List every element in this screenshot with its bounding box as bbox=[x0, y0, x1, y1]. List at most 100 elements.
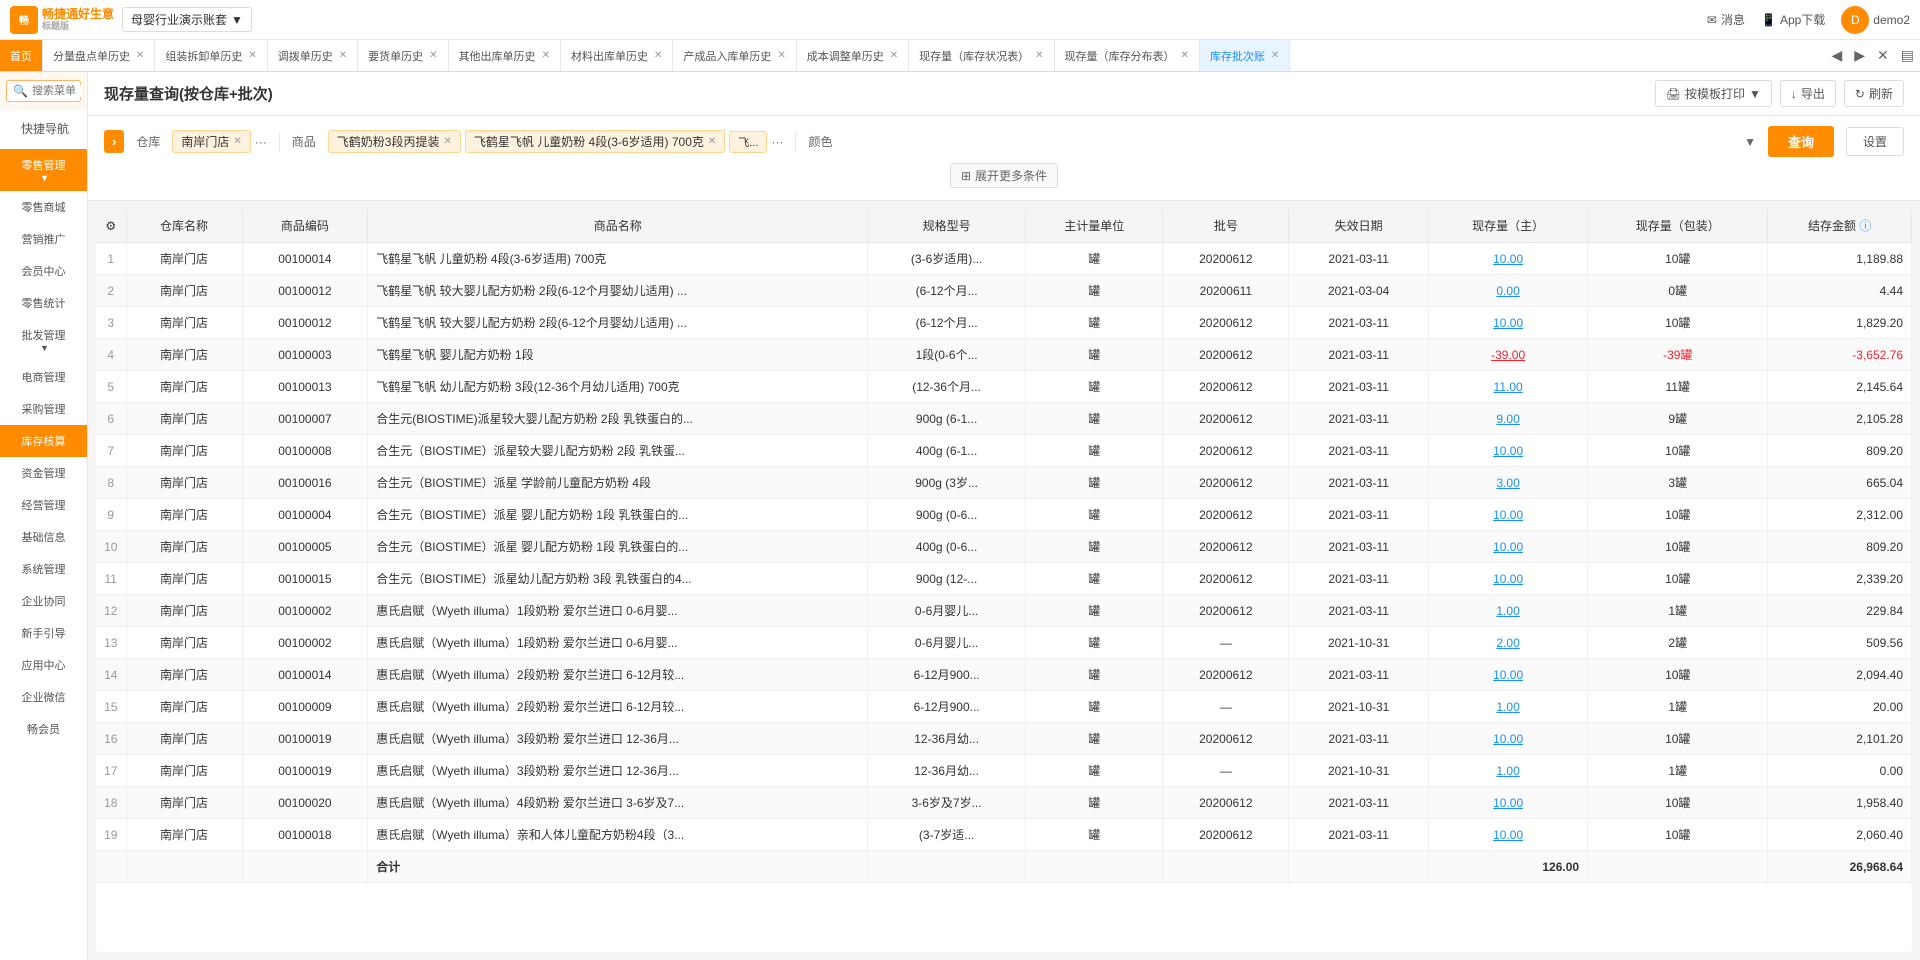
user-area[interactable]: D demo2 bbox=[1841, 6, 1910, 34]
expand-more-button[interactable]: ⊞ 展开更多条件 bbox=[950, 163, 1058, 188]
tab-close-arrow[interactable]: ✕ bbox=[1871, 47, 1895, 64]
sidebar-item-enterprise[interactable]: 企业协同 bbox=[0, 585, 87, 617]
tab-prev-arrow[interactable]: ◀ bbox=[1825, 47, 1848, 64]
col-settings[interactable]: ⚙ bbox=[96, 209, 126, 243]
tab-3[interactable]: 调拨单历史 ✕ bbox=[268, 40, 358, 72]
sidebar-item-purchase[interactable]: 采购管理 bbox=[0, 393, 87, 425]
close-icon[interactable]: ✕ bbox=[890, 50, 898, 61]
cell-qty-main[interactable]: 1.00 bbox=[1429, 755, 1588, 787]
settings-icon[interactable]: ⚙ bbox=[105, 219, 116, 233]
sidebar-item-member[interactable]: 会员中心 bbox=[0, 255, 87, 287]
sidebar-item-retail-mall[interactable]: 零售商城 bbox=[0, 191, 87, 223]
cell-qty-main[interactable]: 10.00 bbox=[1429, 307, 1588, 339]
tab-4[interactable]: 要货单历史 ✕ bbox=[358, 40, 448, 72]
template-print-button[interactable]: 🖨 按模板打印 ▼ bbox=[1655, 80, 1772, 107]
close-icon[interactable]: ✕ bbox=[429, 50, 437, 61]
close-icon[interactable]: ✕ bbox=[542, 50, 550, 61]
filter-more-btn[interactable]: ··· bbox=[255, 135, 267, 149]
sidebar-item-basic-info[interactable]: 基础信息 bbox=[0, 521, 87, 553]
cell-code: 00100014 bbox=[242, 243, 368, 275]
close-icon[interactable]: ✕ bbox=[248, 50, 256, 61]
filter-expand-btn[interactable]: › bbox=[104, 130, 124, 153]
sidebar-item-retail-stats[interactable]: 零售统计 bbox=[0, 287, 87, 319]
tab-8[interactable]: 成本调整单历史 ✕ bbox=[797, 40, 909, 72]
cell-qty-main[interactable]: 1.00 bbox=[1429, 691, 1588, 723]
cell-qty-main[interactable]: 10.00 bbox=[1429, 435, 1588, 467]
cell-spec: (3-6岁适用)... bbox=[868, 243, 1026, 275]
close-icon[interactable]: ✕ bbox=[777, 50, 785, 61]
query-button[interactable]: 查询 bbox=[1768, 126, 1834, 157]
sidebar-item-operations[interactable]: 经营管理 bbox=[0, 489, 87, 521]
close-icon[interactable]: ✕ bbox=[1181, 50, 1189, 61]
cell-qty-main[interactable]: 10.00 bbox=[1429, 819, 1588, 851]
message-btn[interactable]: ✉ 消息 bbox=[1707, 11, 1745, 28]
tab-menu-arrow[interactable]: ▤ bbox=[1895, 47, 1920, 64]
sidebar-item-ecommerce[interactable]: 电商管理 bbox=[0, 361, 87, 393]
tab-next-arrow[interactable]: ▶ bbox=[1848, 47, 1871, 64]
cell-qty-main[interactable]: 0.00 bbox=[1429, 275, 1588, 307]
content-area: 现存量查询(按仓库+批次) 🖨 按模板打印 ▼ ↓ 导出 ↻ 刷新 bbox=[88, 72, 1920, 960]
sidebar-item-app-center[interactable]: 应用中心 bbox=[0, 649, 87, 681]
sidebar-item-guide[interactable]: 新手引导 bbox=[0, 617, 87, 649]
close-icon[interactable]: ✕ bbox=[1271, 50, 1279, 61]
warehouse-tag-close[interactable]: ✕ bbox=[233, 136, 241, 147]
close-icon[interactable]: ✕ bbox=[1035, 50, 1043, 61]
product-tag-2-close[interactable]: ✕ bbox=[708, 136, 716, 147]
product-more-btn[interactable]: ··· bbox=[771, 135, 783, 149]
cell-qty-main[interactable]: 10.00 bbox=[1429, 787, 1588, 819]
sidebar-item-retail-mgmt[interactable]: 零售管理▼ bbox=[0, 149, 87, 191]
tab-10[interactable]: 现存量（库存分布表） ✕ bbox=[1055, 40, 1200, 72]
cell-qty-main[interactable]: 10.00 bbox=[1429, 243, 1588, 275]
cell-qty-main[interactable]: 3.00 bbox=[1429, 467, 1588, 499]
cell-warehouse: 南岸门店 bbox=[126, 819, 242, 851]
account-selector[interactable]: 母婴行业演示账套 ▼ bbox=[122, 7, 252, 32]
search-input[interactable] bbox=[32, 85, 82, 97]
product-tag-more[interactable]: 飞... bbox=[729, 131, 767, 153]
cell-warehouse: 南岸门店 bbox=[126, 659, 242, 691]
tab-home[interactable]: 首页 bbox=[0, 40, 43, 72]
cell-name: 惠氏启赋（Wyeth illuma）1段奶粉 爱尔兰进口 0-6月婴... bbox=[368, 627, 868, 659]
sidebar-item-wechat[interactable]: 企业微信 bbox=[0, 681, 87, 713]
cell-qty-main[interactable]: 10.00 bbox=[1429, 499, 1588, 531]
product-tag-1-close[interactable]: ✕ bbox=[443, 136, 451, 147]
cell-amount: 509.56 bbox=[1768, 627, 1912, 659]
tab-active[interactable]: 库存批次账 ✕ bbox=[1200, 40, 1290, 72]
cell-qty-main[interactable]: 10.00 bbox=[1429, 531, 1588, 563]
tab-2[interactable]: 组装拆卸单历史 ✕ bbox=[155, 40, 267, 72]
cell-qty-main[interactable]: 10.00 bbox=[1429, 659, 1588, 691]
sidebar-search-box[interactable]: 🔍 bbox=[6, 80, 81, 102]
settings-button[interactable]: 设置 bbox=[1846, 127, 1904, 156]
table-footer: 合计 126.00 26,968.64 bbox=[96, 851, 1912, 883]
cell-qty-main[interactable]: 10.00 bbox=[1429, 723, 1588, 755]
sidebar-item-wholesale[interactable]: 批发管理▼ bbox=[0, 319, 87, 361]
sidebar-item-quick-nav[interactable]: 快捷导航 bbox=[0, 114, 87, 143]
sidebar-item-finance[interactable]: 资金管理 bbox=[0, 457, 87, 489]
cell-qty-main[interactable]: 2.00 bbox=[1429, 627, 1588, 659]
refresh-button[interactable]: ↻ 刷新 bbox=[1844, 80, 1904, 107]
sidebar-item-marketing[interactable]: 营销推广 bbox=[0, 223, 87, 255]
app-download-btn[interactable]: 📱 App下载 bbox=[1761, 11, 1825, 28]
cell-qty-main[interactable]: 10.00 bbox=[1429, 563, 1588, 595]
tab-5[interactable]: 其他出库单历史 ✕ bbox=[449, 40, 561, 72]
export-button[interactable]: ↓ 导出 bbox=[1780, 80, 1836, 107]
cell-qty-main[interactable]: -39.00 bbox=[1429, 339, 1588, 371]
cell-name: 飞鹤星飞帆 儿童奶粉 4段(3-6岁适用) 700克 bbox=[368, 243, 868, 275]
close-icon[interactable]: ✕ bbox=[654, 50, 662, 61]
cell-spec: 1段(0-6个... bbox=[868, 339, 1026, 371]
tab-1[interactable]: 分量盘点单历史 ✕ bbox=[43, 40, 155, 72]
close-icon[interactable]: ✕ bbox=[136, 50, 144, 61]
sidebar-item-inventory[interactable]: 库存核算 bbox=[0, 425, 87, 457]
tab-6[interactable]: 材料出库单历史 ✕ bbox=[561, 40, 673, 72]
cell-qty-main[interactable]: 9.00 bbox=[1429, 403, 1588, 435]
tab-7[interactable]: 产成品入库单历史 ✕ bbox=[673, 40, 796, 72]
cell-qty-main[interactable]: 1.00 bbox=[1429, 595, 1588, 627]
color-dropdown-icon[interactable]: ▼ bbox=[1744, 135, 1756, 149]
sidebar-item-system[interactable]: 系统管理 bbox=[0, 553, 87, 585]
sidebar-item-member2[interactable]: 畅会员 bbox=[0, 713, 87, 745]
table-row: 11 南岸门店 00100015 合生元（BIOSTIME）派星幼儿配方奶粉 3… bbox=[96, 563, 1912, 595]
cell-expire: 2021-03-11 bbox=[1289, 307, 1429, 339]
cell-code: 00100015 bbox=[242, 563, 368, 595]
tab-9[interactable]: 现存量（库存状况表） ✕ bbox=[909, 40, 1054, 72]
cell-qty-main[interactable]: 11.00 bbox=[1429, 371, 1588, 403]
close-icon[interactable]: ✕ bbox=[339, 50, 347, 61]
